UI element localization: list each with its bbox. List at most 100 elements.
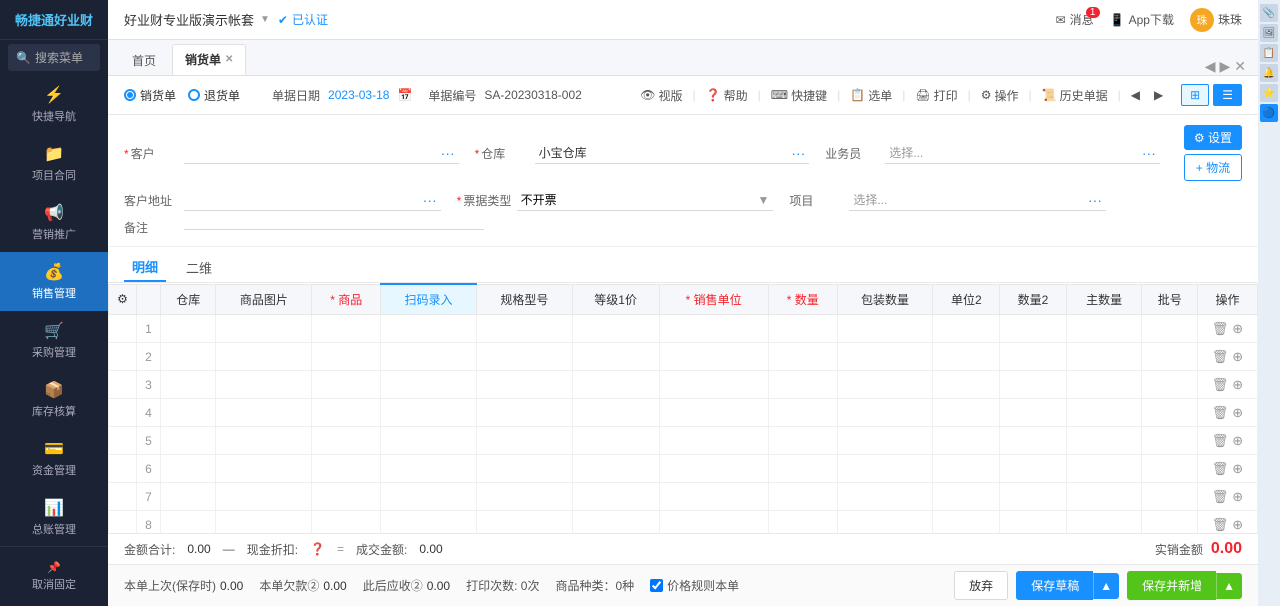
- message-button[interactable]: ✉ 消息 1: [1056, 11, 1094, 28]
- list-view-button[interactable]: ☰: [1213, 84, 1242, 106]
- col-settings[interactable]: ⚙: [109, 284, 137, 315]
- cell-barcode[interactable]: [381, 315, 477, 343]
- help-hint[interactable]: ❓: [310, 542, 325, 556]
- copy-row-icon[interactable]: ⊕: [1232, 349, 1243, 365]
- invoice-dropdown-icon[interactable]: ▼: [757, 193, 769, 207]
- cell-qty[interactable]: [768, 315, 837, 343]
- operate-button[interactable]: ⚙ 操作: [977, 85, 1023, 106]
- customer-input[interactable]: ···: [184, 143, 459, 164]
- radio-sales[interactable]: 销货单: [124, 87, 176, 104]
- copy-row-icon[interactable]: ⊕: [1232, 517, 1243, 533]
- cell-warehouse[interactable]: [161, 483, 216, 511]
- right-tool-6-active[interactable]: 🔵: [1260, 104, 1278, 122]
- col-product[interactable]: * 商品: [312, 284, 381, 315]
- cell-product[interactable]: [312, 455, 381, 483]
- cell-warehouse[interactable]: [161, 371, 216, 399]
- delete-row-icon[interactable]: 🗑: [1212, 405, 1229, 421]
- prev-record-button[interactable]: ◀: [1127, 86, 1144, 104]
- cell-unit[interactable]: [659, 315, 768, 343]
- sidebar-item-marketing[interactable]: 📢 营销推广: [0, 193, 108, 252]
- user-profile[interactable]: 珠 珠珠: [1190, 8, 1242, 32]
- history-button[interactable]: 📜 历史单据: [1038, 85, 1112, 106]
- delete-row-icon[interactable]: 🗑: [1212, 433, 1229, 449]
- tab-home[interactable]: 首页: [120, 46, 168, 75]
- cell-warehouse[interactable]: [161, 399, 216, 427]
- select-button[interactable]: 📋 选单: [846, 85, 896, 106]
- sidebar-item-quick-nav[interactable]: ⚡ 快捷导航: [0, 75, 108, 134]
- delete-row-icon[interactable]: 🗑: [1212, 517, 1229, 533]
- cell-product[interactable]: [312, 399, 381, 427]
- sidebar-item-sales[interactable]: 💰 销售管理: [0, 252, 108, 311]
- shortcut-button[interactable]: ⌨ 快捷键: [767, 85, 831, 106]
- warehouse-select-icon[interactable]: ···: [791, 145, 805, 161]
- sidebar-item-inventory[interactable]: 📦 库存核算: [0, 370, 108, 429]
- customer-select-icon[interactable]: ···: [441, 145, 455, 161]
- cell-warehouse[interactable]: [161, 315, 216, 343]
- grid-view-button[interactable]: ⊞: [1181, 84, 1209, 106]
- print-button[interactable]: 🖨 打印: [911, 85, 961, 106]
- tab-close-all-icon[interactable]: ✕: [1234, 58, 1246, 75]
- doc-date-value[interactable]: 2023-03-18: [328, 88, 389, 102]
- view-button[interactable]: 👁 视版: [636, 85, 686, 106]
- settings-button[interactable]: ⚙ 设置: [1184, 125, 1242, 150]
- cell-product[interactable]: [312, 343, 381, 371]
- sidebar-item-general[interactable]: 📊 总账管理: [0, 488, 108, 546]
- cell-warehouse[interactable]: [161, 455, 216, 483]
- save-new-dropdown[interactable]: ▲: [1216, 573, 1242, 599]
- copy-row-icon[interactable]: ⊕: [1232, 377, 1243, 393]
- tab-erwei[interactable]: 二维: [178, 254, 220, 281]
- tab-close-icon[interactable]: ✕: [225, 54, 233, 65]
- salesperson-select-icon[interactable]: ···: [1142, 145, 1156, 161]
- sidebar-item-purchase[interactable]: 🛒 采购管理: [0, 311, 108, 370]
- delete-row-icon[interactable]: 🗑: [1212, 377, 1229, 393]
- logistics-button[interactable]: + 物流: [1184, 154, 1242, 181]
- tab-sales-order[interactable]: 销货单 ✕: [172, 44, 246, 75]
- copy-row-icon[interactable]: ⊕: [1232, 433, 1243, 449]
- warehouse-input[interactable]: 小宝仓库 ···: [535, 142, 810, 164]
- cell-product[interactable]: [312, 483, 381, 511]
- help-button[interactable]: ❓ 帮助: [702, 85, 752, 106]
- cell-warehouse[interactable]: [161, 511, 216, 534]
- delete-row-icon[interactable]: 🗑: [1212, 321, 1229, 337]
- save-new-button[interactable]: 保存并新增: [1127, 571, 1216, 600]
- right-tool-3[interactable]: 📋: [1260, 44, 1278, 62]
- cell-warehouse[interactable]: [161, 343, 216, 371]
- calendar-icon[interactable]: 📅: [397, 88, 412, 102]
- app-download-button[interactable]: 📱 App下载: [1110, 11, 1174, 28]
- delete-row-icon[interactable]: 🗑: [1212, 461, 1229, 477]
- right-tool-4[interactable]: 🔔: [1260, 64, 1278, 82]
- price-rule-check[interactable]: [650, 579, 663, 592]
- customer-addr-input[interactable]: ···: [184, 190, 441, 211]
- project-select-icon[interactable]: ···: [1088, 192, 1102, 208]
- delete-row-icon[interactable]: 🗑: [1212, 349, 1229, 365]
- cancel-fixed-button[interactable]: 📌 取消固定: [0, 555, 108, 598]
- sidebar-item-funds[interactable]: 💳 资金管理: [0, 429, 108, 488]
- cell-product[interactable]: [312, 315, 381, 343]
- right-tool-5[interactable]: ⭐: [1260, 84, 1278, 102]
- copy-row-icon[interactable]: ⊕: [1232, 461, 1243, 477]
- cell-product[interactable]: [312, 371, 381, 399]
- copy-row-icon[interactable]: ⊕: [1232, 321, 1243, 337]
- copy-row-icon[interactable]: ⊕: [1232, 405, 1243, 421]
- copy-row-icon[interactable]: ⊕: [1232, 489, 1243, 505]
- right-tool-2[interactable]: 🖼: [1260, 24, 1278, 42]
- cell-product[interactable]: [312, 427, 381, 455]
- tab-next-icon[interactable]: ▶: [1219, 58, 1230, 75]
- company-selector[interactable]: 好业财专业版演示帐套 ▼: [124, 10, 270, 29]
- cell-product[interactable]: [312, 511, 381, 534]
- addr-select-icon[interactable]: ···: [423, 192, 437, 208]
- delete-row-icon[interactable]: 🗑: [1212, 489, 1229, 505]
- tab-mingxi[interactable]: 明细: [124, 253, 166, 282]
- save-draft-dropdown[interactable]: ▲: [1093, 573, 1119, 599]
- project-input[interactable]: 选择... ···: [849, 189, 1106, 211]
- tab-prev-icon[interactable]: ◀: [1205, 58, 1216, 75]
- abandon-button[interactable]: 放弃: [954, 571, 1008, 600]
- search-menu-button[interactable]: 🔍 搜索菜单: [8, 44, 100, 71]
- sidebar-item-project[interactable]: 📁 项目合同: [0, 134, 108, 193]
- next-record-button[interactable]: ▶: [1150, 86, 1167, 104]
- price-rule-checkbox[interactable]: 价格规则本单: [650, 577, 739, 594]
- radio-return[interactable]: 退货单: [188, 87, 240, 104]
- right-tool-1[interactable]: 📎: [1260, 4, 1278, 22]
- invoice-select[interactable]: 不开票 ▼: [517, 189, 774, 211]
- col-warehouse[interactable]: 仓库: [161, 284, 216, 315]
